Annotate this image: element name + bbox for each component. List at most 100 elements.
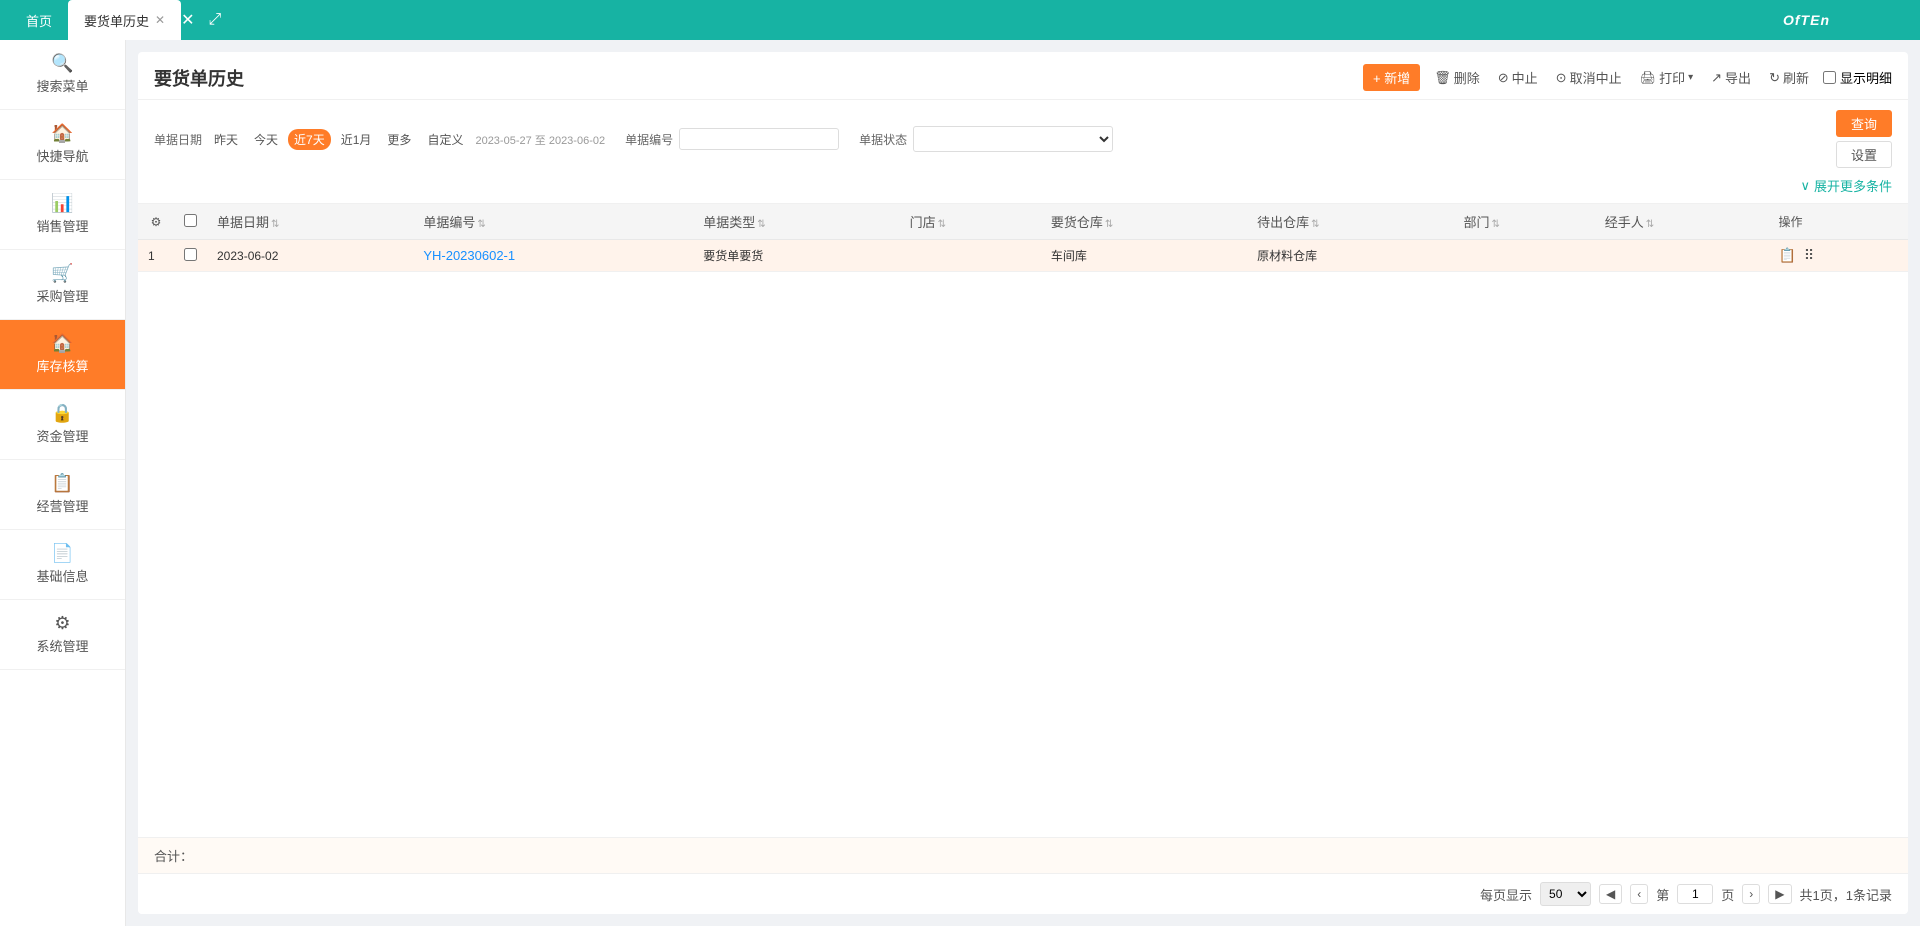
basic-icon: 📄 (51, 544, 73, 562)
refresh-button[interactable]: ↻ 刷新 (1765, 66, 1813, 89)
total-pages-info: 共1页，1条记录 (1800, 885, 1892, 904)
sidebar-item-quicknav[interactable]: 🏠 快捷导航 (0, 110, 125, 180)
select-all-checkbox[interactable] (184, 214, 197, 227)
date-btn-yesterday[interactable]: 昨天 (208, 129, 244, 150)
table-body: 1 2023-06-02 YH-20230602-1 要货单要货 车间库 原材料… (138, 240, 1908, 272)
sidebar-item-purchase[interactable]: 🛒 采购管理 (0, 250, 125, 320)
col-req-warehouse[interactable]: 要货仓库⇅ (1041, 204, 1247, 240)
total-label: 合计： (154, 849, 193, 864)
sort-type-icon: ⇅ (757, 219, 765, 230)
col-action: 操作 (1768, 204, 1908, 240)
cell-no: YH-20230602-1 (413, 240, 693, 272)
export-button[interactable]: ↗ 导出 (1707, 66, 1755, 89)
date-btn-7days[interactable]: 近7天 (288, 129, 331, 150)
more-icon[interactable]: ⠿ (1804, 247, 1814, 264)
sidebar-item-sales-label: 销售管理 (36, 216, 88, 235)
stop-label: 中止 (1512, 68, 1538, 87)
chevron-down-icon: ∨ (1800, 178, 1810, 194)
sidebar-item-inventory[interactable]: 🏠 库存核算 (0, 320, 125, 390)
sort-handler-icon: ⇅ (1646, 219, 1654, 230)
cell-action: 📋 ⠿ (1768, 240, 1908, 272)
page-title: 要货单历史 (154, 65, 244, 91)
sidebar-item-basic-label: 基础信息 (36, 566, 88, 585)
content-area: 要货单历史 + 新增 🗑 删除 ⊘ 中止 ⊙ 取消中止 (126, 40, 1920, 926)
finance-icon: 🔒 (51, 404, 73, 422)
date-btn-more[interactable]: 更多 (381, 129, 417, 150)
table-area: ⚙ 单据日期⇅ 单据编号⇅ 单据类型⇅ 门店⇅ 要货仓库⇅ 待出仓库⇅ 部门⇅ … (138, 204, 1908, 837)
table-row[interactable]: 1 2023-06-02 YH-20230602-1 要货单要货 车间库 原材料… (138, 240, 1908, 272)
tab-close-icon[interactable]: ✕ (155, 13, 165, 27)
delete-label: 删除 (1454, 68, 1480, 87)
row-checkbox[interactable] (184, 248, 197, 261)
col-store[interactable]: 门店⇅ (900, 204, 1041, 240)
print-button[interactable]: 🖨 打印 ▾ (1636, 66, 1698, 89)
sidebar-item-sales[interactable]: 📊 销售管理 (0, 180, 125, 250)
cell-date: 2023-06-02 (207, 240, 413, 272)
stop-icon: ⊘ (1498, 70, 1509, 86)
toolbar: + 新增 🗑 删除 ⊘ 中止 ⊙ 取消中止 🖨 (1363, 64, 1892, 91)
sidebar-item-basic[interactable]: 📄 基础信息 (0, 530, 125, 600)
sort-req-warehouse-icon: ⇅ (1105, 219, 1113, 230)
sidebar-item-purchase-label: 采购管理 (36, 286, 88, 305)
sidebar-item-search-label: 搜索菜单 (36, 76, 88, 95)
cancel-stop-label: 取消中止 (1570, 68, 1622, 87)
pagination-bar: 每页显示 50 100 ◀ ‹ 第 页 › ▶ 共1页，1条记录 (138, 873, 1908, 914)
col-type[interactable]: 单据类型⇅ (693, 204, 899, 240)
date-btn-custom[interactable]: 自定义 (421, 129, 469, 150)
new-button[interactable]: + 新增 (1363, 64, 1420, 91)
close-window-icon[interactable]: ✕ (181, 10, 194, 30)
date-filter-buttons: 昨天 今天 近7天 近1月 更多 自定义 (208, 129, 469, 150)
page-input[interactable] (1677, 884, 1713, 904)
system-icon: ⚙ (54, 614, 70, 632)
docno-input[interactable] (679, 128, 839, 150)
sidebar-item-system[interactable]: ⚙ 系统管理 (0, 600, 125, 670)
edit-icon[interactable]: 📋 (1778, 247, 1795, 264)
tab-history-label: 要货单历史 (84, 11, 149, 30)
col-dept[interactable]: 部门⇅ (1453, 204, 1594, 240)
col-settings[interactable]: ⚙ (138, 204, 174, 240)
display-detail-checkbox[interactable] (1823, 71, 1836, 84)
per-page-select[interactable]: 50 100 (1540, 882, 1591, 906)
sidebar-item-finance[interactable]: 🔒 资金管理 (0, 390, 125, 460)
col-handler[interactable]: 经手人⇅ (1595, 204, 1769, 240)
col-no[interactable]: 单据编号⇅ (413, 204, 693, 240)
delete-button[interactable]: 🗑 删除 (1430, 66, 1484, 89)
filter-row-2: ∨ 展开更多条件 (154, 176, 1892, 195)
first-page-button[interactable]: ◀ (1599, 884, 1622, 904)
display-detail-toggle[interactable]: 显示明细 (1823, 68, 1892, 87)
cancel-stop-button[interactable]: ⊙ 取消中止 (1552, 66, 1626, 89)
expand-filter-button[interactable]: ∨ 展开更多条件 (1800, 176, 1892, 195)
cell-pending-warehouse: 原材料仓库 (1247, 240, 1453, 272)
sidebar-item-inventory-label: 库存核算 (36, 356, 88, 375)
next-page-button[interactable]: › (1742, 884, 1760, 904)
stop-button[interactable]: ⊘ 中止 (1494, 66, 1542, 89)
status-select[interactable] (913, 126, 1113, 152)
refresh-label: 刷新 (1783, 68, 1809, 87)
tab-home[interactable]: 首页 (10, 0, 68, 40)
page-label: 第 (1656, 885, 1669, 904)
sidebar-item-search[interactable]: 🔍 搜索菜单 (0, 40, 125, 110)
export-label: 导出 (1725, 68, 1751, 87)
date-btn-1month[interactable]: 近1月 (335, 129, 378, 150)
often-badge: OfTEn (1783, 12, 1830, 28)
cell-type: 要货单要货 (693, 240, 899, 272)
sidebar-item-operations[interactable]: 📋 经营管理 (0, 460, 125, 530)
last-page-button[interactable]: ▶ (1768, 884, 1791, 904)
col-pending-warehouse[interactable]: 待出仓库⇅ (1247, 204, 1453, 240)
sidebar-item-quicknav-label: 快捷导航 (36, 146, 88, 165)
settings-button[interactable]: 设置 (1836, 141, 1892, 168)
col-date[interactable]: 单据日期⇅ (207, 204, 413, 240)
purchase-icon: 🛒 (51, 264, 73, 282)
top-bar: 首页 要货单历史 ✕ OfTEn ✕ ⤢ (0, 0, 1920, 40)
prev-page-button[interactable]: ‹ (1630, 884, 1648, 904)
table-footer: 合计： (138, 837, 1908, 873)
doc-no-link[interactable]: YH-20230602-1 (423, 248, 515, 263)
resize-window-icon[interactable]: ⤢ (209, 11, 222, 29)
query-button[interactable]: 查询 (1836, 110, 1892, 137)
date-btn-today[interactable]: 今天 (248, 129, 284, 150)
date-range-display: 2023-05-27 至 2023-06-02 (475, 132, 605, 148)
delete-icon: 🗑 (1434, 70, 1451, 86)
page-card: 要货单历史 + 新增 🗑 删除 ⊘ 中止 ⊙ 取消中止 (138, 52, 1908, 914)
tab-history[interactable]: 要货单历史 ✕ (68, 0, 181, 40)
refresh-icon: ↻ (1769, 70, 1780, 86)
